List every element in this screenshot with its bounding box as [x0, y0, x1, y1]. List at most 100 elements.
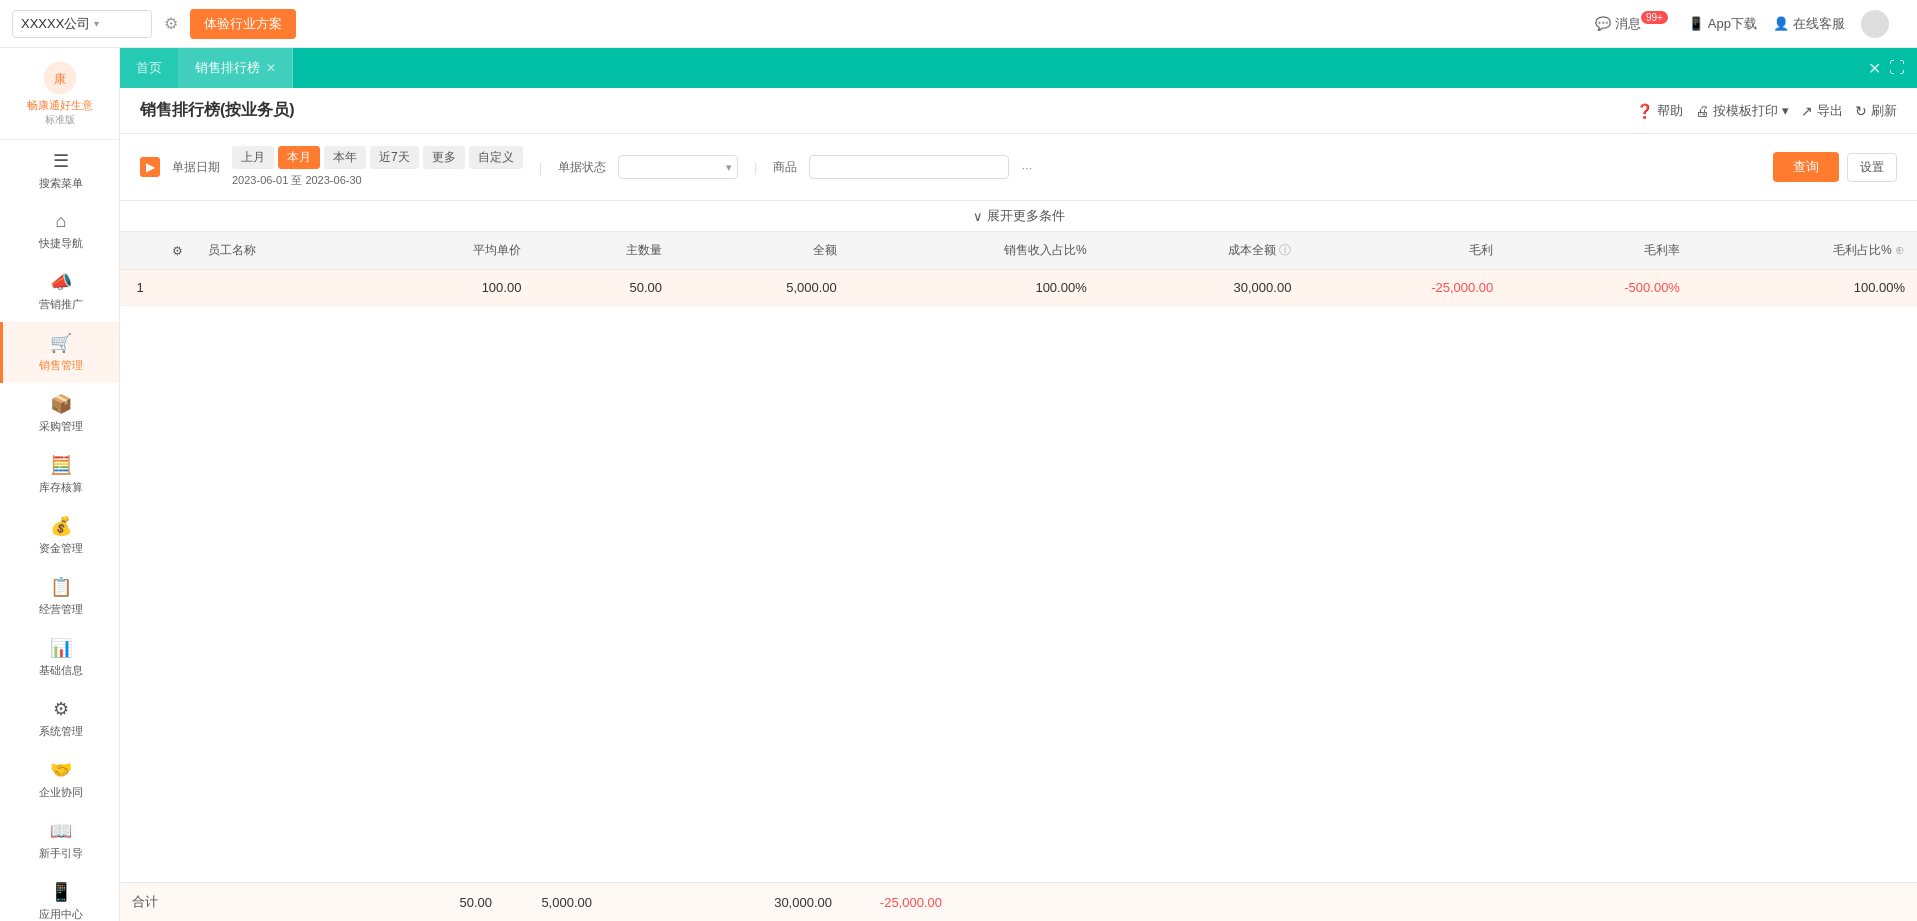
- help-button[interactable]: ❓ 帮助: [1636, 102, 1683, 120]
- sidebar-item-label: 快捷导航: [39, 236, 83, 251]
- filter-dots[interactable]: ···: [1021, 160, 1032, 175]
- marketing-icon: 📣: [50, 271, 72, 293]
- cell-cost-amount: 30,000.00: [1099, 270, 1304, 306]
- sidebar-item-label: 经营管理: [39, 602, 83, 617]
- sidebar-item-marketing[interactable]: 📣 营销推广: [0, 261, 119, 322]
- message-button[interactable]: 💬 消息 99+: [1595, 15, 1672, 33]
- sidebar-item-finance[interactable]: 💰 资金管理: [0, 505, 119, 566]
- print-label: 按模板打印: [1713, 102, 1778, 120]
- print-chevron-icon: ▾: [1782, 103, 1789, 118]
- sidebar-item-label: 销售管理: [39, 358, 83, 373]
- enterprise-icon: 🤝: [50, 759, 72, 781]
- sidebar-item-search[interactable]: ☰ 搜索菜单: [0, 140, 119, 201]
- date-last-month-btn[interactable]: 上月: [232, 146, 274, 169]
- sidebar-item-app-center[interactable]: 📱 应用中心: [0, 871, 119, 921]
- date-this-year-btn[interactable]: 本年: [324, 146, 366, 169]
- cell-qty: 50.00: [533, 270, 674, 306]
- sidebar-item-label: 营销推广: [39, 297, 83, 312]
- date-more-btn[interactable]: 更多: [423, 146, 465, 169]
- sidebar-item-label: 资金管理: [39, 541, 83, 556]
- cell-gross-rate: -500.00%: [1505, 270, 1692, 306]
- expand-more-bar: ∨ 展开更多条件: [120, 201, 1917, 232]
- trial-button[interactable]: 体验行业方案: [190, 9, 296, 39]
- app-download-button[interactable]: 📱 App下载: [1688, 15, 1757, 33]
- help-label: 帮助: [1657, 102, 1683, 120]
- sidebar-item-enterprise[interactable]: 🤝 企业协同: [0, 749, 119, 810]
- sidebar-logo: 康 畅康通好生意 标准版: [0, 48, 119, 140]
- footer-cost-amount: 30,000.00: [712, 895, 832, 910]
- col-header-settings[interactable]: ⚙: [160, 232, 196, 270]
- sidebar-item-guide[interactable]: 📖 新手引导: [0, 810, 119, 871]
- table-area: ⚙ 员工名称 平均单价 主数量 全额 销售收入占比% 成本全额 ⓘ 毛利 毛利率…: [120, 232, 1917, 882]
- date-label: 单据日期: [172, 159, 220, 176]
- header-actions: ❓ 帮助 🖨 按模板打印 ▾ ↗ 导出 ↻ 刷新: [1636, 102, 1897, 120]
- goods-label: 商品: [773, 159, 797, 176]
- top-right-actions: 💬 消息 99+ 📱 App下载 👤 在线客服: [1595, 10, 1905, 38]
- tab-close-window-icon[interactable]: ✕: [1868, 59, 1881, 78]
- footer-total-label: 合计: [132, 893, 212, 911]
- cell-amount: 5,000.00: [674, 270, 849, 306]
- print-icon: 🖨: [1695, 103, 1709, 119]
- sidebar-item-label: 系统管理: [39, 724, 83, 739]
- sidebar-item-label: 基础信息: [39, 663, 83, 678]
- export-icon: ↗: [1801, 103, 1813, 119]
- cost-info-icon[interactable]: ⓘ: [1279, 243, 1291, 257]
- tab-home[interactable]: 首页: [120, 48, 179, 88]
- message-label: 消息: [1615, 15, 1641, 33]
- main-layout: 康 畅康通好生意 标准版 ☰ 搜索菜单 ⌂ 快捷导航 📣 营销推广 🛒 销售管理…: [0, 48, 1917, 921]
- sidebar-item-operations[interactable]: 📋 经营管理: [0, 566, 119, 627]
- filter-settings-button[interactable]: 设置: [1847, 153, 1897, 182]
- filter-arrow-button[interactable]: ▶: [140, 157, 160, 177]
- sidebar-item-label: 采购管理: [39, 419, 83, 434]
- col-header-sales-pct: 销售收入占比%: [849, 232, 1099, 270]
- sidebar-item-label: 新手引导: [39, 846, 83, 861]
- status-select-wrap: [618, 155, 738, 179]
- col-header-gross-profit: 毛利: [1303, 232, 1505, 270]
- export-button[interactable]: ↗ 导出: [1801, 102, 1843, 120]
- tab-home-label: 首页: [136, 59, 162, 77]
- cell-name: [196, 270, 365, 306]
- sidebar-item-purchase[interactable]: 📦 采购管理: [0, 383, 119, 444]
- cell-sales-pct: 100.00%: [849, 270, 1099, 306]
- col-header-gross-rate: 毛利率: [1505, 232, 1692, 270]
- sidebar-item-label: 搜索菜单: [39, 176, 83, 191]
- tab-sales-rank[interactable]: 销售排行榜 ✕: [179, 48, 293, 88]
- sidebar-item-inventory[interactable]: 🧮 库存核算: [0, 444, 119, 505]
- message-icon: 💬: [1595, 16, 1611, 31]
- expand-more-button[interactable]: ∨ 展开更多条件: [120, 201, 1917, 231]
- home-icon: ⌂: [56, 211, 67, 232]
- gross-pct-info-icon[interactable]: ⊕: [1895, 243, 1905, 257]
- table-footer: 合计 50.00 5,000.00 30,000.00 -25,000.00: [120, 882, 1917, 921]
- guide-icon: 📖: [50, 820, 72, 842]
- online-service-button[interactable]: 👤 在线客服: [1773, 15, 1845, 33]
- print-button[interactable]: 🖨 按模板打印 ▾: [1695, 102, 1789, 120]
- tab-maximize-icon[interactable]: ⛶: [1889, 59, 1905, 77]
- date-range-text: 2023-06-01 至 2023-06-30: [232, 173, 523, 188]
- search-icon: ☰: [53, 150, 69, 172]
- app-center-icon: 📱: [50, 881, 72, 903]
- refresh-button[interactable]: ↻ 刷新: [1855, 102, 1897, 120]
- settings-icon[interactable]: ⚙: [160, 10, 182, 37]
- avatar[interactable]: [1861, 10, 1889, 38]
- refresh-icon: ↻: [1855, 103, 1867, 119]
- filter-actions: 查询 设置: [1773, 152, 1897, 182]
- sidebar-item-system[interactable]: ⚙ 系统管理: [0, 688, 119, 749]
- data-table: ⚙ 员工名称 平均单价 主数量 全额 销售收入占比% 成本全额 ⓘ 毛利 毛利率…: [120, 232, 1917, 306]
- sidebar-item-quick-nav[interactable]: ⌂ 快捷导航: [0, 201, 119, 261]
- logo-icon: 康: [42, 60, 78, 96]
- company-selector[interactable]: XXXXX公司 ▾: [12, 10, 152, 38]
- system-icon: ⚙: [53, 698, 69, 720]
- export-label: 导出: [1817, 102, 1843, 120]
- query-button[interactable]: 查询: [1773, 152, 1839, 182]
- date-7days-btn[interactable]: 近7天: [370, 146, 419, 169]
- sidebar-item-sales[interactable]: 🛒 销售管理: [0, 322, 119, 383]
- page-header: 销售排行榜(按业务员) ❓ 帮助 🖨 按模板打印 ▾ ↗ 导出: [120, 88, 1917, 134]
- status-select[interactable]: [618, 155, 738, 179]
- goods-input[interactable]: [809, 155, 1009, 179]
- sidebar-item-base-info[interactable]: 📊 基础信息: [0, 627, 119, 688]
- cell-gross-profit: -25,000.00: [1303, 270, 1505, 306]
- purchase-icon: 📦: [50, 393, 72, 415]
- tab-close-icon[interactable]: ✕: [266, 61, 276, 75]
- date-custom-btn[interactable]: 自定义: [469, 146, 523, 169]
- date-this-month-btn[interactable]: 本月: [278, 146, 320, 169]
